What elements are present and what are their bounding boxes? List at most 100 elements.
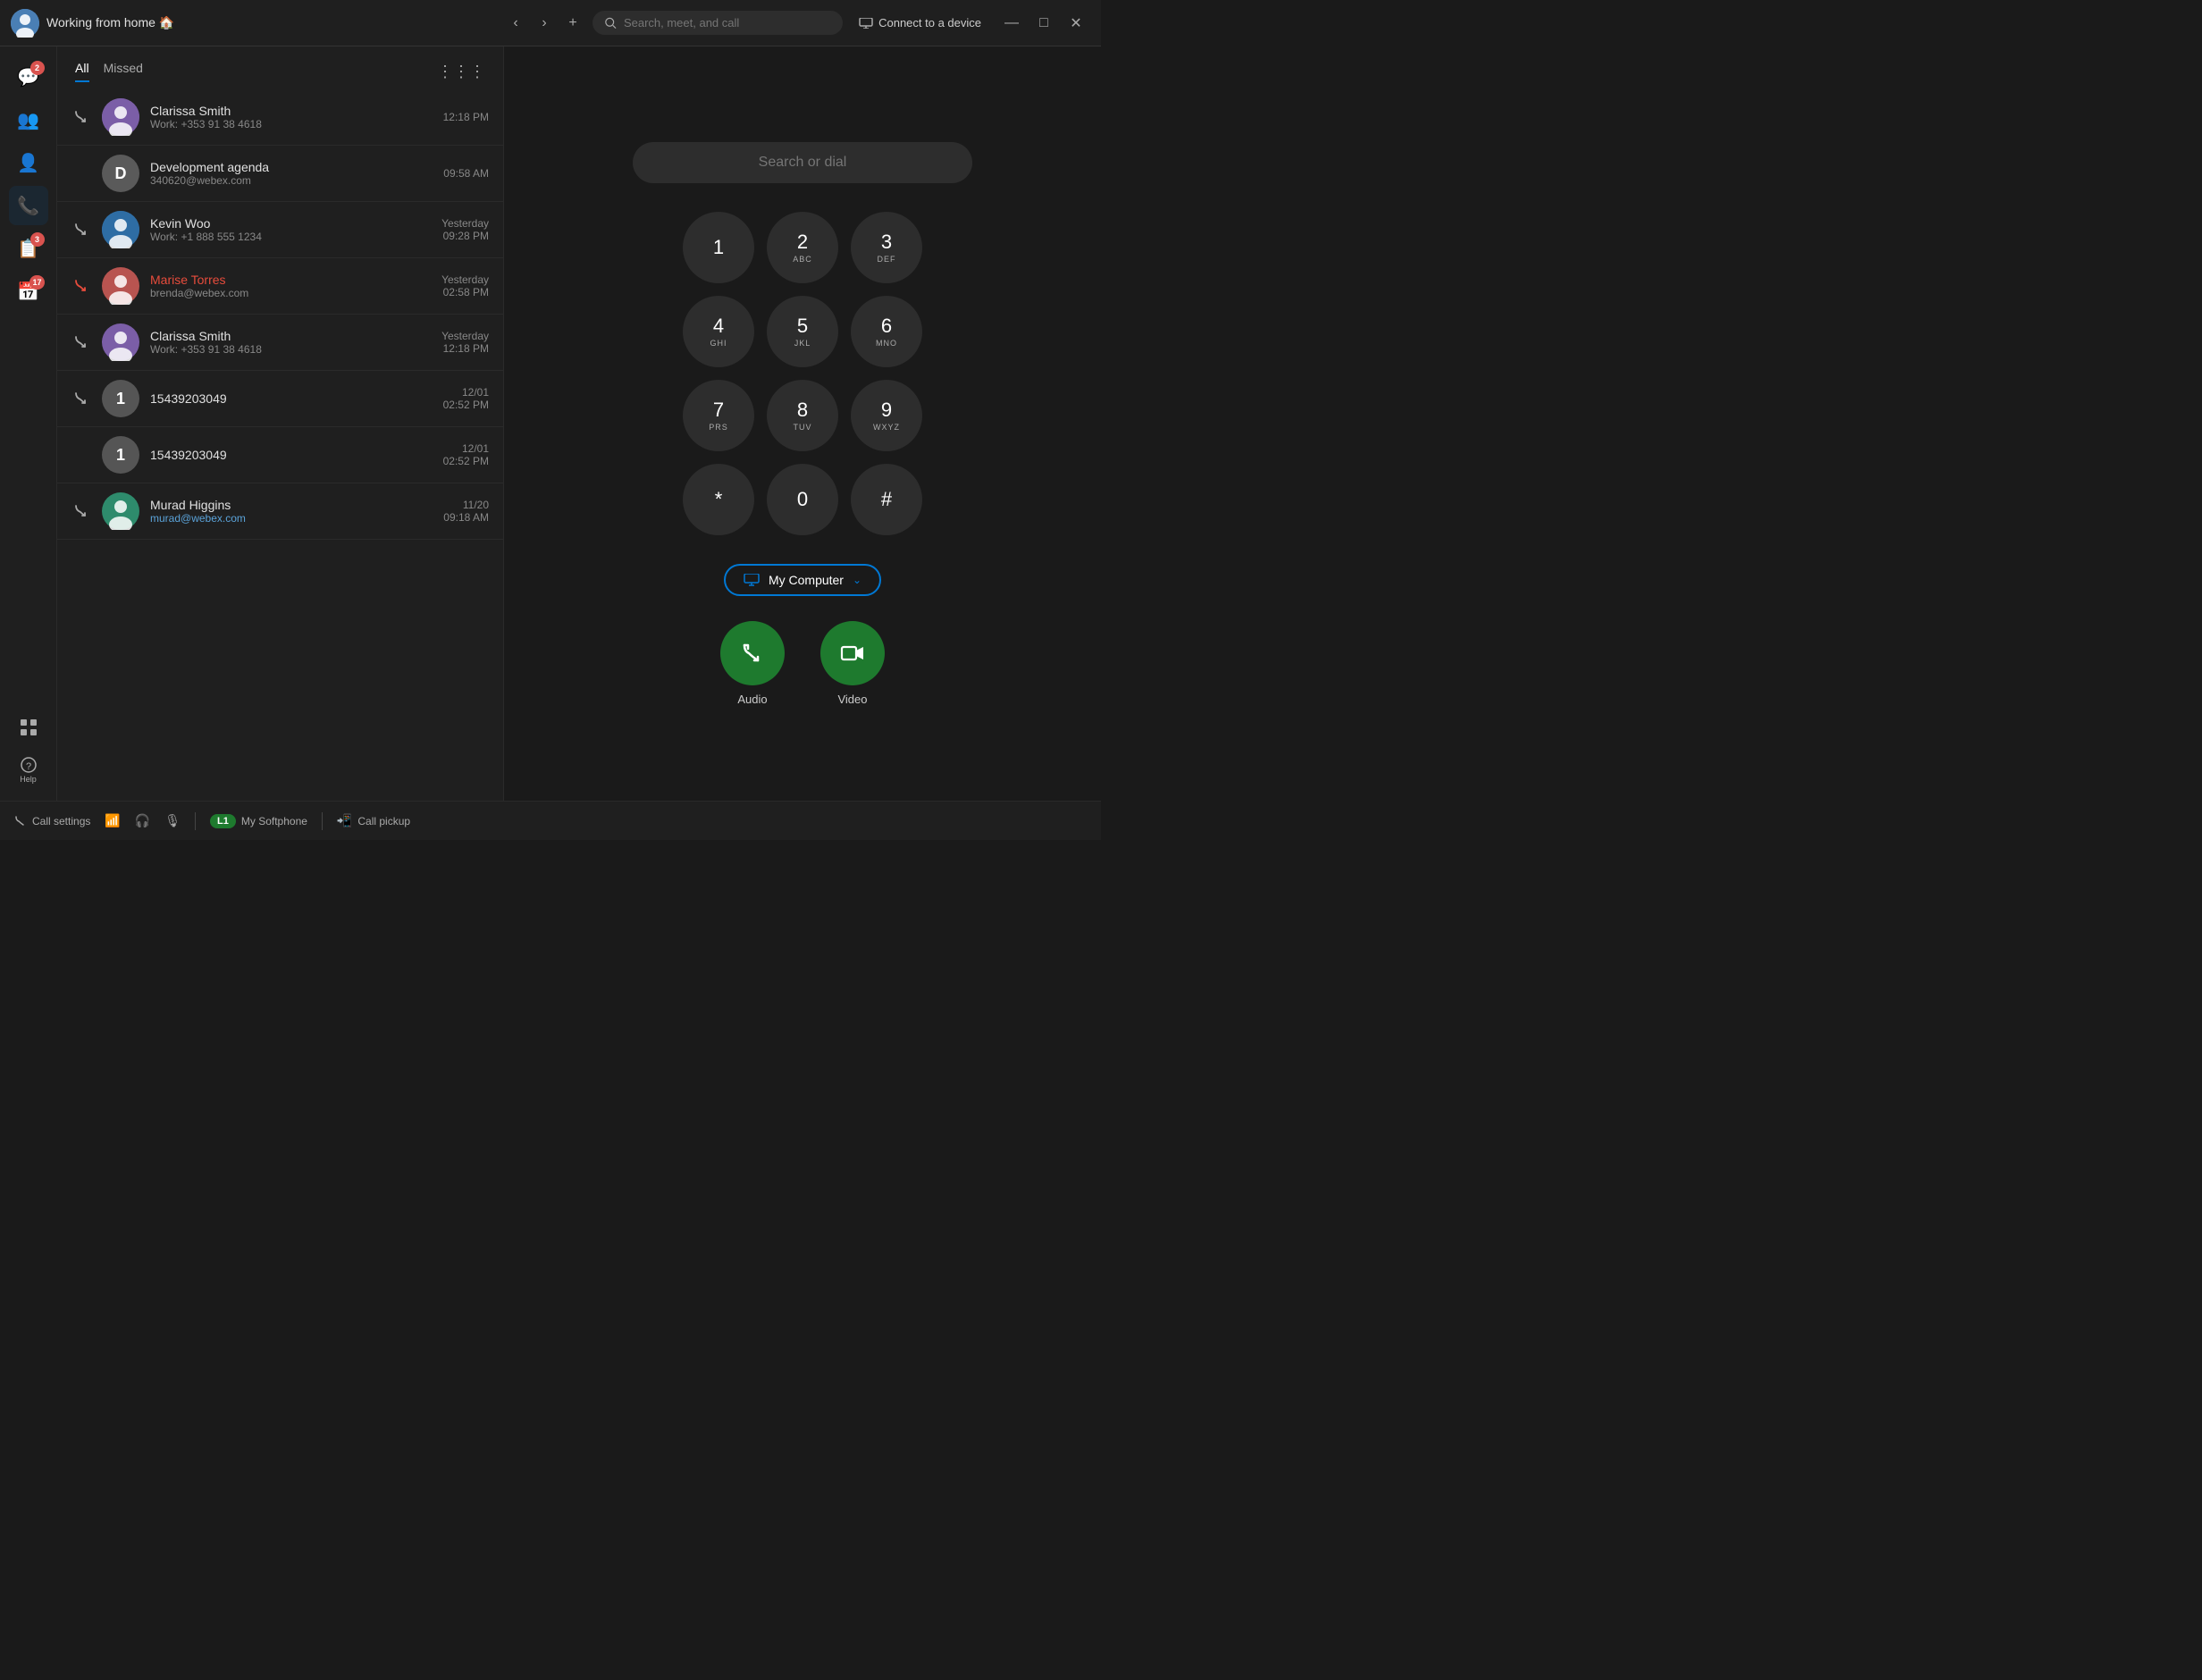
dial-key-hash[interactable]: # xyxy=(851,464,922,535)
video-label: Video xyxy=(837,693,867,706)
audio-call-action: Audio xyxy=(720,621,785,706)
call-list: Clarissa Smith Work: +353 91 38 4618 12:… xyxy=(57,89,503,801)
call-direction-icon xyxy=(71,501,91,521)
call-info: Clarissa Smith Work: +353 91 38 4618 xyxy=(150,329,431,356)
call-pickup-icon: 📲 xyxy=(337,813,352,828)
sidebar-item-teams[interactable]: 👥 xyxy=(9,100,48,139)
avatar xyxy=(102,492,139,530)
call-direction-icon xyxy=(71,220,91,239)
list-item[interactable]: 1 15439203049 12/0102:52 PM xyxy=(57,371,503,427)
nav-add-button[interactable]: + xyxy=(560,11,585,36)
dial-key-0[interactable]: 0 xyxy=(767,464,838,535)
sidebar-item-tasks[interactable]: 📋 3 xyxy=(9,229,48,268)
dial-key-9[interactable]: 9WXYZ xyxy=(851,380,922,451)
softphone-badge: L1 xyxy=(210,814,236,828)
contacts-icon: 👤 xyxy=(17,152,39,174)
avatar xyxy=(11,9,39,38)
tab-all[interactable]: All xyxy=(75,61,89,82)
call-info: 15439203049 xyxy=(150,448,433,462)
maximize-button[interactable]: □ xyxy=(1030,11,1058,36)
video-call-button[interactable] xyxy=(820,621,885,685)
calls-icon: 📞 xyxy=(17,195,39,217)
call-tabs: All Missed xyxy=(75,61,143,82)
activity-badge: 2 xyxy=(30,61,45,75)
search-icon xyxy=(605,17,617,29)
headset-icon: 🎧 xyxy=(135,813,150,828)
list-item[interactable]: 1 15439203049 12/0102:52 PM xyxy=(57,427,503,483)
device-selector-button[interactable]: My Computer ⌄ xyxy=(724,564,881,596)
list-item[interactable]: Clarissa Smith Work: +353 91 38 4618 Yes… xyxy=(57,315,503,371)
dialpad: 1 2ABC 3DEF 4GHI 5JKL 6MNO 7PRS 8TUV 9WX… xyxy=(683,212,922,535)
apps-icon xyxy=(20,718,38,736)
titlebar: Working from home 🏠 ‹ › + Connect to a d… xyxy=(0,0,1101,46)
dial-key-7[interactable]: 7PRS xyxy=(683,380,754,451)
dial-key-3[interactable]: 3DEF xyxy=(851,212,922,283)
mic-icon: 🎙 xyxy=(164,813,181,828)
dial-key-2[interactable]: 2ABC xyxy=(767,212,838,283)
nav-back-button[interactable]: ‹ xyxy=(503,11,528,36)
close-button[interactable]: ✕ xyxy=(1062,11,1090,36)
audio-call-button[interactable] xyxy=(720,621,785,685)
call-direction-icon xyxy=(71,164,91,183)
search-input[interactable] xyxy=(624,16,830,29)
call-settings-item[interactable]: Call settings xyxy=(14,815,90,827)
call-direction-icon xyxy=(71,389,91,408)
statusbar-divider xyxy=(195,812,196,830)
minimize-button[interactable]: — xyxy=(997,11,1026,36)
avatar xyxy=(102,323,139,361)
calendar-badge: 17 xyxy=(29,275,44,290)
tab-missed[interactable]: Missed xyxy=(104,61,143,82)
phone-icon xyxy=(740,641,765,666)
teams-icon: 👥 xyxy=(17,109,39,131)
call-list-panel: All Missed ⋮⋮⋮ Clarissa Smith Work: +353… xyxy=(57,46,504,801)
help-icon: ? xyxy=(21,757,37,773)
svg-text:?: ? xyxy=(25,761,30,772)
dial-key-1[interactable]: 1 xyxy=(683,212,754,283)
sidebar-bottom: ? Help xyxy=(9,708,48,790)
call-info: Clarissa Smith Work: +353 91 38 4618 xyxy=(150,104,433,130)
sidebar-item-calendar[interactable]: 📅 17 xyxy=(9,272,48,311)
list-item[interactable]: Marise Torres brenda@webex.com Yesterday… xyxy=(57,258,503,315)
list-item[interactable]: Murad Higgins murad@webex.com 11/2009:18… xyxy=(57,483,503,540)
tasks-badge: 3 xyxy=(30,232,45,247)
dial-key-4[interactable]: 4GHI xyxy=(683,296,754,367)
grid-menu-icon[interactable]: ⋮⋮⋮ xyxy=(437,63,485,81)
sidebar-item-calls[interactable]: 📞 xyxy=(9,186,48,225)
video-icon xyxy=(840,641,865,666)
sidebar-item-apps[interactable] xyxy=(9,708,48,747)
softphone-item[interactable]: L1 My Softphone xyxy=(210,814,307,828)
list-item[interactable]: Kevin Woo Work: +1 888 555 1234 Yesterda… xyxy=(57,202,503,258)
search-dial-input[interactable] xyxy=(633,142,972,183)
nav-forward-button[interactable]: › xyxy=(532,11,557,36)
dial-panel: 1 2ABC 3DEF 4GHI 5JKL 6MNO 7PRS 8TUV 9WX… xyxy=(504,46,1101,801)
sidebar-item-help[interactable]: ? Help xyxy=(9,751,48,790)
dial-key-star[interactable]: * xyxy=(683,464,754,535)
chevron-down-icon: ⌄ xyxy=(853,574,861,586)
avatar: 1 xyxy=(102,436,139,474)
statusbar-divider xyxy=(322,812,323,830)
nav-controls: ‹ › + xyxy=(503,11,585,36)
avatar: 1 xyxy=(102,380,139,417)
avatar: D xyxy=(102,155,139,192)
sidebar-item-contacts[interactable]: 👤 xyxy=(9,143,48,182)
call-info: Kevin Woo Work: +1 888 555 1234 xyxy=(150,216,431,243)
sidebar-item-activity[interactable]: 💬 2 xyxy=(9,57,48,97)
connect-device-button[interactable]: Connect to a device xyxy=(850,11,990,35)
dial-key-6[interactable]: 6MNO xyxy=(851,296,922,367)
dial-key-8[interactable]: 8TUV xyxy=(767,380,838,451)
call-info: Marise Torres brenda@webex.com xyxy=(150,273,431,299)
avatar xyxy=(102,98,139,136)
call-direction-icon xyxy=(71,332,91,352)
call-direction-icon xyxy=(71,276,91,296)
global-search[interactable] xyxy=(593,11,843,35)
phone-settings-icon xyxy=(14,815,27,827)
call-direction-icon xyxy=(71,107,91,127)
call-pickup-item[interactable]: 📲 Call pickup xyxy=(337,813,410,828)
sidebar: 💬 2 👥 👤 📞 📋 3 📅 17 xyxy=(0,46,57,801)
dial-key-5[interactable]: 5JKL xyxy=(767,296,838,367)
list-item[interactable]: Clarissa Smith Work: +353 91 38 4618 12:… xyxy=(57,89,503,146)
call-direction-icon xyxy=(71,445,91,465)
avatar xyxy=(102,211,139,248)
list-item[interactable]: D Development agenda 340620@webex.com 09… xyxy=(57,146,503,202)
window-controls: — □ ✕ xyxy=(997,11,1090,36)
